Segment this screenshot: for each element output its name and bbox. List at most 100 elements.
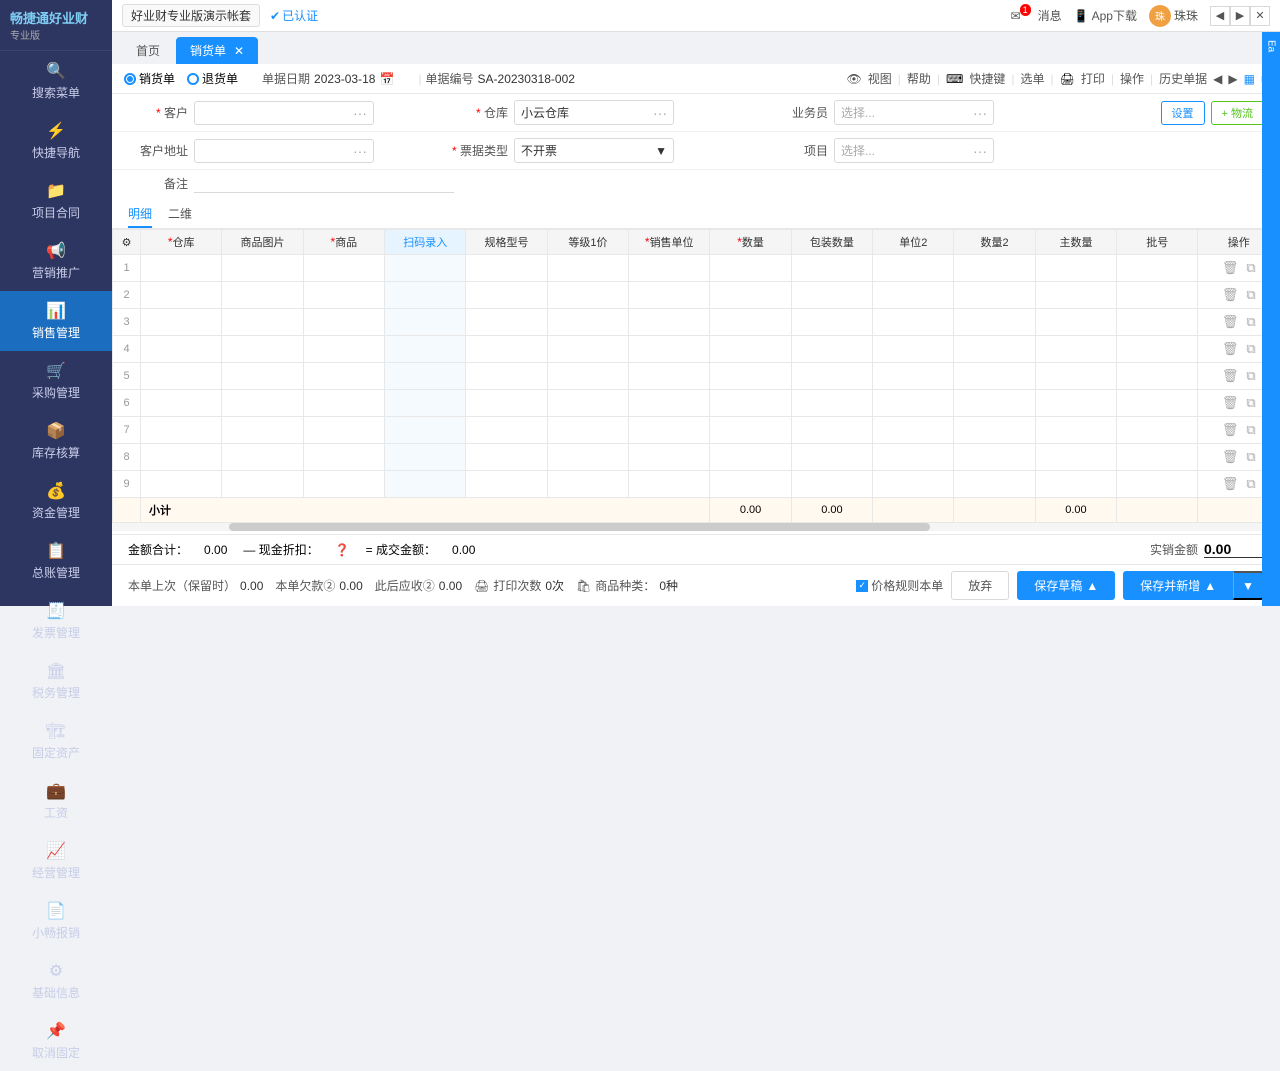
help-label[interactable]: 帮助 bbox=[907, 70, 931, 87]
product-types-item: 🛍 商品种类： 0种 bbox=[576, 577, 678, 594]
price-check-item[interactable]: ✓ 价格规则本单 bbox=[856, 577, 943, 594]
footer-bar: 本单上次（保留时） 0.00 本单欠款② 0.00 此后应收② 0.00 🖨 打… bbox=[112, 564, 1280, 606]
next-nav[interactable]: ▶ bbox=[1228, 72, 1237, 86]
sidebar-item-quick-nav[interactable]: ⚡ 快捷导航 bbox=[0, 111, 112, 171]
row-grade[interactable] bbox=[547, 255, 628, 282]
next-arrow[interactable]: ▶ bbox=[1230, 6, 1250, 26]
radio-return[interactable]: 退货单 bbox=[187, 70, 238, 87]
address-input[interactable]: ··· bbox=[194, 139, 374, 163]
th-main-qty: 主数量 bbox=[1035, 230, 1116, 255]
row-delete-btn[interactable]: 🗑 bbox=[1220, 475, 1241, 493]
row-qty2[interactable] bbox=[954, 255, 1035, 282]
radio-return-label: 退货单 bbox=[202, 70, 238, 87]
sidebar-item-operations[interactable]: 📈 经营管理 bbox=[0, 831, 112, 891]
add-logistics-button[interactable]: + 物流 bbox=[1211, 101, 1264, 125]
sidebar-item-purchase[interactable]: 🛒 采购管理 bbox=[0, 351, 112, 411]
user-button[interactable]: 珠 珠珠 bbox=[1149, 5, 1198, 27]
h-scrollbar[interactable] bbox=[112, 523, 1280, 531]
sidebar-item-inventory[interactable]: 📦 库存核算 bbox=[0, 411, 112, 471]
row-copy-btn[interactable]: ⧉ bbox=[1244, 340, 1257, 358]
th-settings[interactable]: ⚙ bbox=[113, 230, 141, 255]
app-download-button[interactable]: 📱 App下载 bbox=[1074, 7, 1137, 24]
select-label[interactable]: 选单 bbox=[1021, 70, 1045, 87]
sidebar-item-sales[interactable]: 📊 销售管理 bbox=[0, 291, 112, 351]
shortcut-label[interactable]: 快捷键 bbox=[969, 70, 1005, 87]
ops-label[interactable]: 操作 bbox=[1120, 70, 1144, 87]
th-batch-import[interactable]: 扫码录入 bbox=[385, 230, 466, 255]
row-delete-btn[interactable]: 🗑 bbox=[1220, 313, 1241, 331]
sidebar-item-accounting[interactable]: 📋 总账管理 bbox=[0, 531, 112, 591]
inventory-icon: 📦 bbox=[46, 421, 66, 441]
sidebar-item-tax[interactable]: 🏛 税务管理 bbox=[0, 651, 112, 711]
order-no-value[interactable]: SA-20230318-002 bbox=[478, 72, 575, 86]
sidebar-item-marketing[interactable]: 📢 营销推广 bbox=[0, 231, 112, 291]
close-window[interactable]: ✕ bbox=[1250, 6, 1270, 26]
row-img[interactable] bbox=[222, 255, 303, 282]
row-warehouse[interactable] bbox=[141, 255, 222, 282]
tab-2d[interactable]: 二维 bbox=[168, 201, 192, 228]
sidebar-item-fixed-assets[interactable]: 🏗 固定资产 bbox=[0, 711, 112, 771]
sidebar-item-reports[interactable]: 📄 小畅报销 bbox=[0, 891, 112, 951]
company-name[interactable]: 好业财专业版演示帐套 bbox=[122, 4, 260, 27]
row-product[interactable] bbox=[303, 255, 384, 282]
sidebar-item-tools[interactable]: 💼 工资 bbox=[0, 771, 112, 831]
row-copy-btn[interactable]: ⧉ bbox=[1244, 313, 1257, 331]
save-new-dropdown[interactable]: ▼ bbox=[1233, 571, 1264, 600]
tab-close-icon[interactable]: ✕ bbox=[234, 44, 244, 58]
tab-sales-order[interactable]: 销货单 ✕ bbox=[176, 37, 258, 64]
project-input[interactable]: 选择... ··· bbox=[834, 138, 994, 163]
row-delete-btn[interactable]: 🗑 bbox=[1220, 259, 1241, 277]
row-delete-btn[interactable]: 🗑 bbox=[1220, 367, 1241, 385]
history-label[interactable]: 历史单据 bbox=[1159, 70, 1207, 87]
row-copy-btn[interactable]: ⧉ bbox=[1244, 475, 1257, 493]
row-delete-btn[interactable]: 🗑 bbox=[1220, 394, 1241, 412]
row-copy-btn[interactable]: ⧉ bbox=[1244, 367, 1257, 385]
tab-detail[interactable]: 明细 bbox=[128, 201, 152, 228]
save-draft-button[interactable]: 保存草稿 ▲ bbox=[1017, 571, 1115, 600]
config-button[interactable]: 设置 bbox=[1161, 101, 1205, 125]
form-area: 销货单 退货单 单据日期 2023-03-18 📅 | 单据编号 SA-2023… bbox=[112, 64, 1280, 606]
right-panel-ea[interactable]: Ea bbox=[1266, 36, 1277, 56]
warehouse-input[interactable]: 小云仓库 ··· bbox=[514, 100, 674, 125]
invoice-select[interactable]: 不开票 ▼ bbox=[514, 138, 674, 163]
row-delete-btn[interactable]: 🗑 bbox=[1220, 448, 1241, 466]
print-label[interactable]: 打印 bbox=[1081, 70, 1105, 87]
sidebar-item-invoice[interactable]: 🧾 发票管理 bbox=[0, 591, 112, 651]
sidebar-item-finance[interactable]: 💰 资金管理 bbox=[0, 471, 112, 531]
staff-input[interactable]: 选择... ··· bbox=[834, 100, 994, 125]
prev-arrow[interactable]: ◀ bbox=[1210, 6, 1230, 26]
note-input[interactable] bbox=[194, 174, 454, 193]
row-batch-import[interactable] bbox=[385, 255, 466, 282]
sidebar-item-search[interactable]: 🔍 搜索菜单 bbox=[0, 51, 112, 111]
message-button[interactable]: ✉ 1 消息 bbox=[1011, 7, 1062, 24]
sidebar-item-unpin[interactable]: 📌 取消固定 bbox=[0, 1011, 112, 1071]
row-delete-btn[interactable]: 🗑 bbox=[1220, 286, 1241, 304]
row-spec[interactable] bbox=[466, 255, 547, 282]
row-copy-btn[interactable]: ⧉ bbox=[1244, 421, 1257, 439]
row-copy-btn[interactable]: ⧉ bbox=[1244, 259, 1257, 277]
row-unit[interactable] bbox=[629, 255, 710, 282]
help-icon[interactable]: ❓ bbox=[335, 543, 350, 557]
row-delete-btn[interactable]: 🗑 bbox=[1220, 340, 1241, 358]
prev-nav[interactable]: ◀ bbox=[1213, 72, 1222, 86]
row-copy-btn[interactable]: ⧉ bbox=[1244, 286, 1257, 304]
th-grade: 等级1价 bbox=[547, 230, 628, 255]
row-main-qty[interactable] bbox=[1035, 255, 1116, 282]
calendar-icon[interactable]: 📅 bbox=[379, 72, 394, 86]
abandon-button[interactable]: 放弃 bbox=[951, 571, 1009, 600]
date-value[interactable]: 2023-03-18 bbox=[314, 72, 375, 86]
row-delete-btn[interactable]: 🗑 bbox=[1220, 421, 1241, 439]
row-batch[interactable] bbox=[1117, 255, 1198, 282]
sidebar-item-basic[interactable]: ⚙ 基础信息 bbox=[0, 951, 112, 1011]
customer-input[interactable]: ··· bbox=[194, 101, 374, 125]
row-qty[interactable] bbox=[710, 255, 791, 282]
tab-home[interactable]: 首页 bbox=[122, 37, 174, 64]
sidebar-item-project[interactable]: 📁 项目合同 bbox=[0, 171, 112, 231]
grid-view-icon[interactable]: ▦ bbox=[1244, 72, 1255, 86]
row-unit2[interactable] bbox=[873, 255, 954, 282]
save-new-button[interactable]: 保存并新增 ▲ bbox=[1123, 571, 1233, 600]
row-copy-btn[interactable]: ⧉ bbox=[1244, 394, 1257, 412]
radio-sales[interactable]: 销货单 bbox=[124, 70, 175, 87]
row-copy-btn[interactable]: ⧉ bbox=[1244, 448, 1257, 466]
row-pack[interactable] bbox=[791, 255, 872, 282]
